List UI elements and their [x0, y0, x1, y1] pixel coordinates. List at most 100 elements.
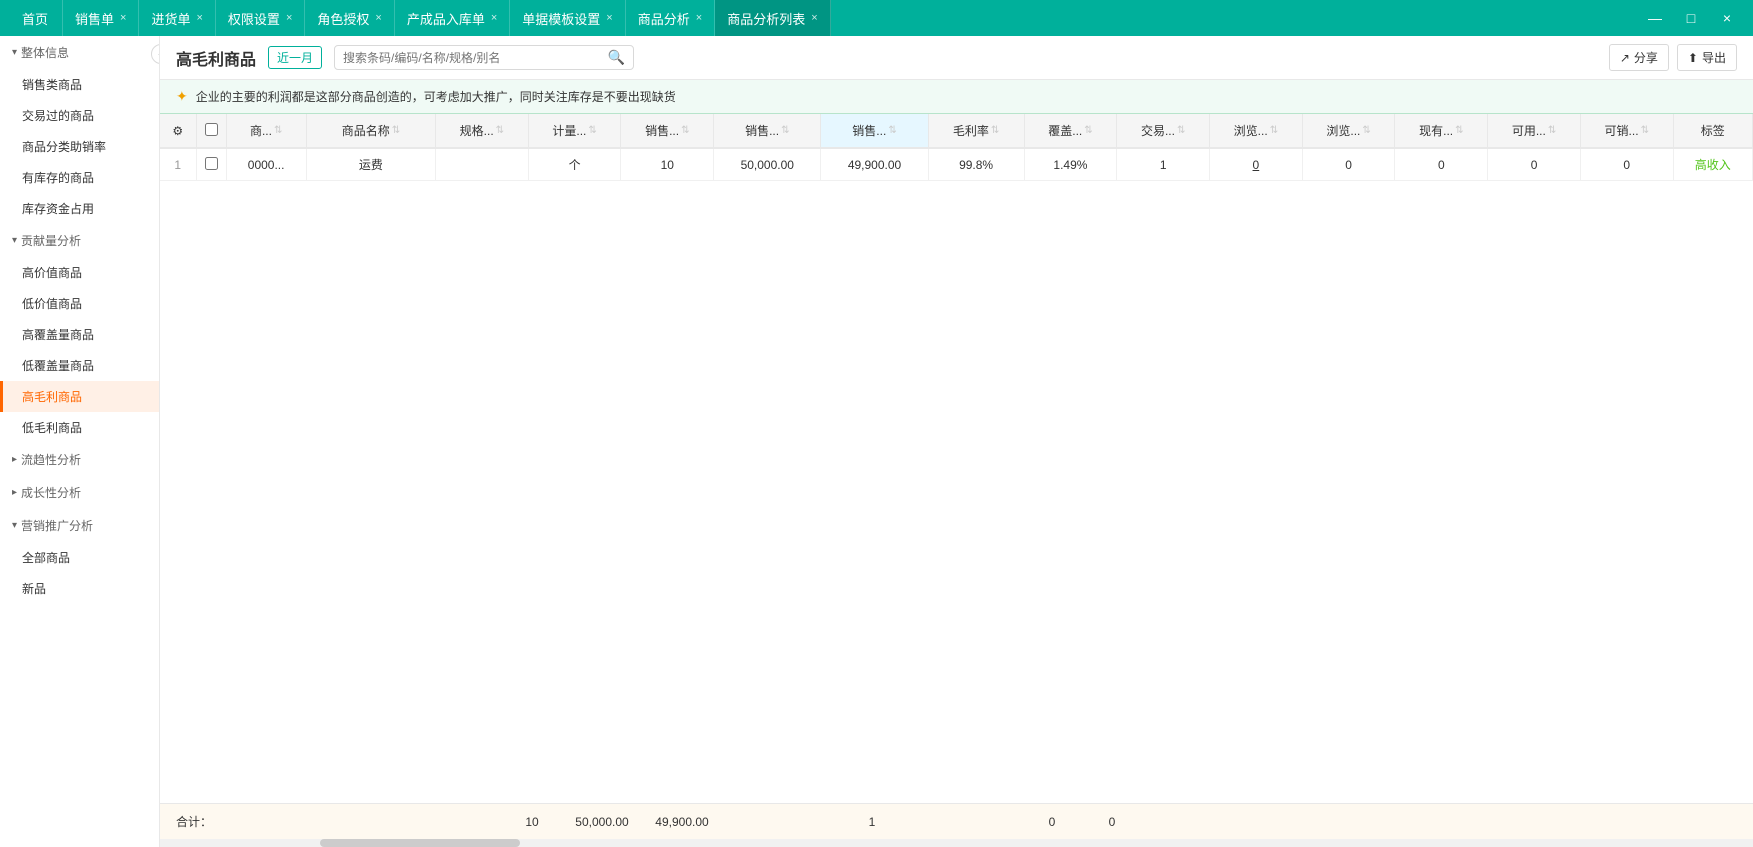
bottom-scrollbar[interactable]	[160, 839, 1753, 847]
sidebar-item-traded-goods[interactable]: 交易过的商品	[0, 100, 159, 131]
export-button[interactable]: ⬆ 导出	[1677, 44, 1737, 71]
search-input[interactable]	[343, 51, 608, 65]
col-sales-qty[interactable]: 销售... ⇅	[621, 114, 714, 148]
table-container[interactable]: ⚙ 商... ⇅ 商品名称	[160, 114, 1753, 803]
footer-totals: 合计： 10 50,000.00 49,900.00 1	[160, 803, 1753, 839]
close-analysis-list-tab[interactable]: ×	[811, 12, 817, 24]
sort-icon12: ⇅	[1362, 125, 1370, 136]
sort-icon4: ⇅	[588, 125, 596, 136]
sidebar-item-low-margin[interactable]: 低毛利商品	[0, 412, 159, 443]
sort-icon8: ⇅	[991, 125, 999, 136]
sidebar-item-high-margin[interactable]: 高毛利商品	[0, 381, 159, 412]
sidebar-item-high-value[interactable]: 高价值商品	[0, 257, 159, 288]
col-views2[interactable]: 浏览... ⇅	[1302, 114, 1395, 148]
sidebar-group-contribution[interactable]: ▾ 贡献量分析	[0, 224, 159, 257]
maximize-btn[interactable]: □	[1673, 0, 1709, 36]
sidebar-item-new-goods[interactable]: 新品	[0, 573, 159, 604]
row-checkbox[interactable]	[205, 157, 218, 170]
sort-icon15: ⇅	[1641, 125, 1649, 136]
sidebar-group-growth[interactable]: ▸ 成长性分析	[0, 476, 159, 509]
sort-icon10: ⇅	[1177, 125, 1185, 136]
arrow-right-icon2: ▸	[12, 487, 17, 498]
footer-transactions: 1	[842, 815, 902, 829]
row-number: 1	[160, 148, 196, 181]
close-permissions-tab[interactable]: ×	[286, 12, 292, 24]
sort-icon7: ⇅	[888, 125, 896, 136]
col-available[interactable]: 可用... ⇅	[1488, 114, 1581, 148]
content-header: 高毛利商品 近一月 🔍 ↗ 分享 ⬆ 导出	[160, 36, 1753, 80]
nav-roles[interactable]: 角色授权 ×	[305, 0, 394, 36]
col-views1[interactable]: 浏览... ⇅	[1210, 114, 1303, 148]
scrollbar-thumb[interactable]	[320, 839, 520, 847]
col-current-stock[interactable]: 现有... ⇅	[1395, 114, 1488, 148]
col-coverage[interactable]: 覆盖... ⇅	[1024, 114, 1117, 148]
close-roles-tab[interactable]: ×	[375, 12, 381, 24]
row-spec	[436, 148, 529, 181]
col-sales-cost[interactable]: 销售... ⇅	[821, 114, 928, 148]
info-text: 企业的主要的利润都是这部分商品创造的，可考虑加大推广，同时关注库存是不要出现缺货	[196, 88, 676, 105]
sidebar-group-marketing[interactable]: ▾ 营销推广分析	[0, 509, 159, 542]
footer-sales-cost: 49,900.00	[642, 815, 722, 829]
col-unit[interactable]: 计量... ⇅	[528, 114, 621, 148]
nav-home[interactable]: 首页	[8, 0, 63, 36]
close-analysis-tab[interactable]: ×	[696, 12, 702, 24]
footer-label: 合计：	[176, 813, 236, 830]
sort-icon5: ⇅	[681, 125, 689, 136]
col-spec[interactable]: 规格... ⇅	[436, 114, 529, 148]
nav-analysis-list[interactable]: 商品分析列表 ×	[715, 0, 830, 36]
footer-available: 0	[1082, 815, 1142, 829]
row-code: 0000...	[226, 148, 306, 181]
close-btn[interactable]: ×	[1709, 0, 1745, 36]
col-transactions[interactable]: 交易... ⇅	[1117, 114, 1210, 148]
row-views2: 0	[1302, 148, 1395, 181]
sidebar-item-sales-goods[interactable]: 销售类商品	[0, 69, 159, 100]
col-settings[interactable]: ⚙	[160, 114, 196, 148]
row-coverage: 1.49%	[1024, 148, 1117, 181]
close-products-in-tab[interactable]: ×	[491, 12, 497, 24]
row-name: 运费	[306, 148, 435, 181]
content-area: 高毛利商品 近一月 🔍 ↗ 分享 ⬆ 导出 ✦ 企业的主要的利润都是这部分商品创…	[160, 36, 1753, 847]
time-filter-button[interactable]: 近一月	[268, 46, 322, 69]
row-checkbox-cell[interactable]	[196, 148, 226, 181]
col-sales-amount[interactable]: 销售... ⇅	[714, 114, 821, 148]
row-sales-cost: 49,900.00	[821, 148, 928, 181]
sidebar-item-category-rate[interactable]: 商品分类助销率	[0, 131, 159, 162]
info-icon: ✦	[176, 88, 188, 105]
arrow-down-icon3: ▾	[12, 520, 17, 531]
row-sales-qty: 10	[621, 148, 714, 181]
sidebar-group-trend[interactable]: ▸ 流趋性分析	[0, 443, 159, 476]
sort-icon9: ⇅	[1084, 125, 1092, 136]
sidebar-item-stock-capital[interactable]: 库存资金占用	[0, 193, 159, 224]
sort-icon11: ⇅	[1270, 125, 1278, 136]
nav-template[interactable]: 单据模板设置 ×	[510, 0, 625, 36]
close-sales-tab[interactable]: ×	[120, 12, 126, 24]
sidebar-item-low-coverage[interactable]: 低覆盖量商品	[0, 350, 159, 381]
col-gross-margin[interactable]: 毛利率 ⇅	[928, 114, 1024, 148]
sidebar-item-all-goods[interactable]: 全部商品	[0, 542, 159, 573]
col-checkbox[interactable]	[196, 114, 226, 148]
sidebar-item-high-coverage[interactable]: 高覆盖量商品	[0, 319, 159, 350]
search-box: 🔍	[334, 45, 634, 70]
select-all-checkbox[interactable]	[205, 123, 218, 136]
sidebar-item-in-stock[interactable]: 有库存的商品	[0, 162, 159, 193]
nav-purchase[interactable]: 进货单 ×	[139, 0, 215, 36]
search-icon[interactable]: 🔍	[608, 49, 625, 66]
col-sellable[interactable]: 可销... ⇅	[1580, 114, 1673, 148]
col-name[interactable]: 商品名称 ⇅	[306, 114, 435, 148]
close-template-tab[interactable]: ×	[606, 12, 612, 24]
sort-icon6: ⇅	[781, 125, 789, 136]
sidebar-item-low-value[interactable]: 低价值商品	[0, 288, 159, 319]
nav-permissions[interactable]: 权限设置 ×	[216, 0, 305, 36]
footer-sales-qty: 10	[502, 815, 562, 829]
share-button[interactable]: ↗ 分享	[1609, 44, 1669, 71]
nav-products-in[interactable]: 产成品入库单 ×	[395, 0, 510, 36]
col-code[interactable]: 商... ⇅	[226, 114, 306, 148]
sidebar-group-overall[interactable]: ▾ 整体信息	[0, 36, 159, 69]
row-views1[interactable]: 0	[1210, 148, 1303, 181]
arrow-down-icon: ▾	[12, 47, 17, 58]
close-purchase-tab[interactable]: ×	[196, 12, 202, 24]
share-icon: ↗	[1620, 51, 1630, 65]
nav-analysis[interactable]: 商品分析 ×	[626, 0, 715, 36]
nav-sales[interactable]: 销售单 ×	[63, 0, 139, 36]
minimize-btn[interactable]: —	[1637, 0, 1673, 36]
